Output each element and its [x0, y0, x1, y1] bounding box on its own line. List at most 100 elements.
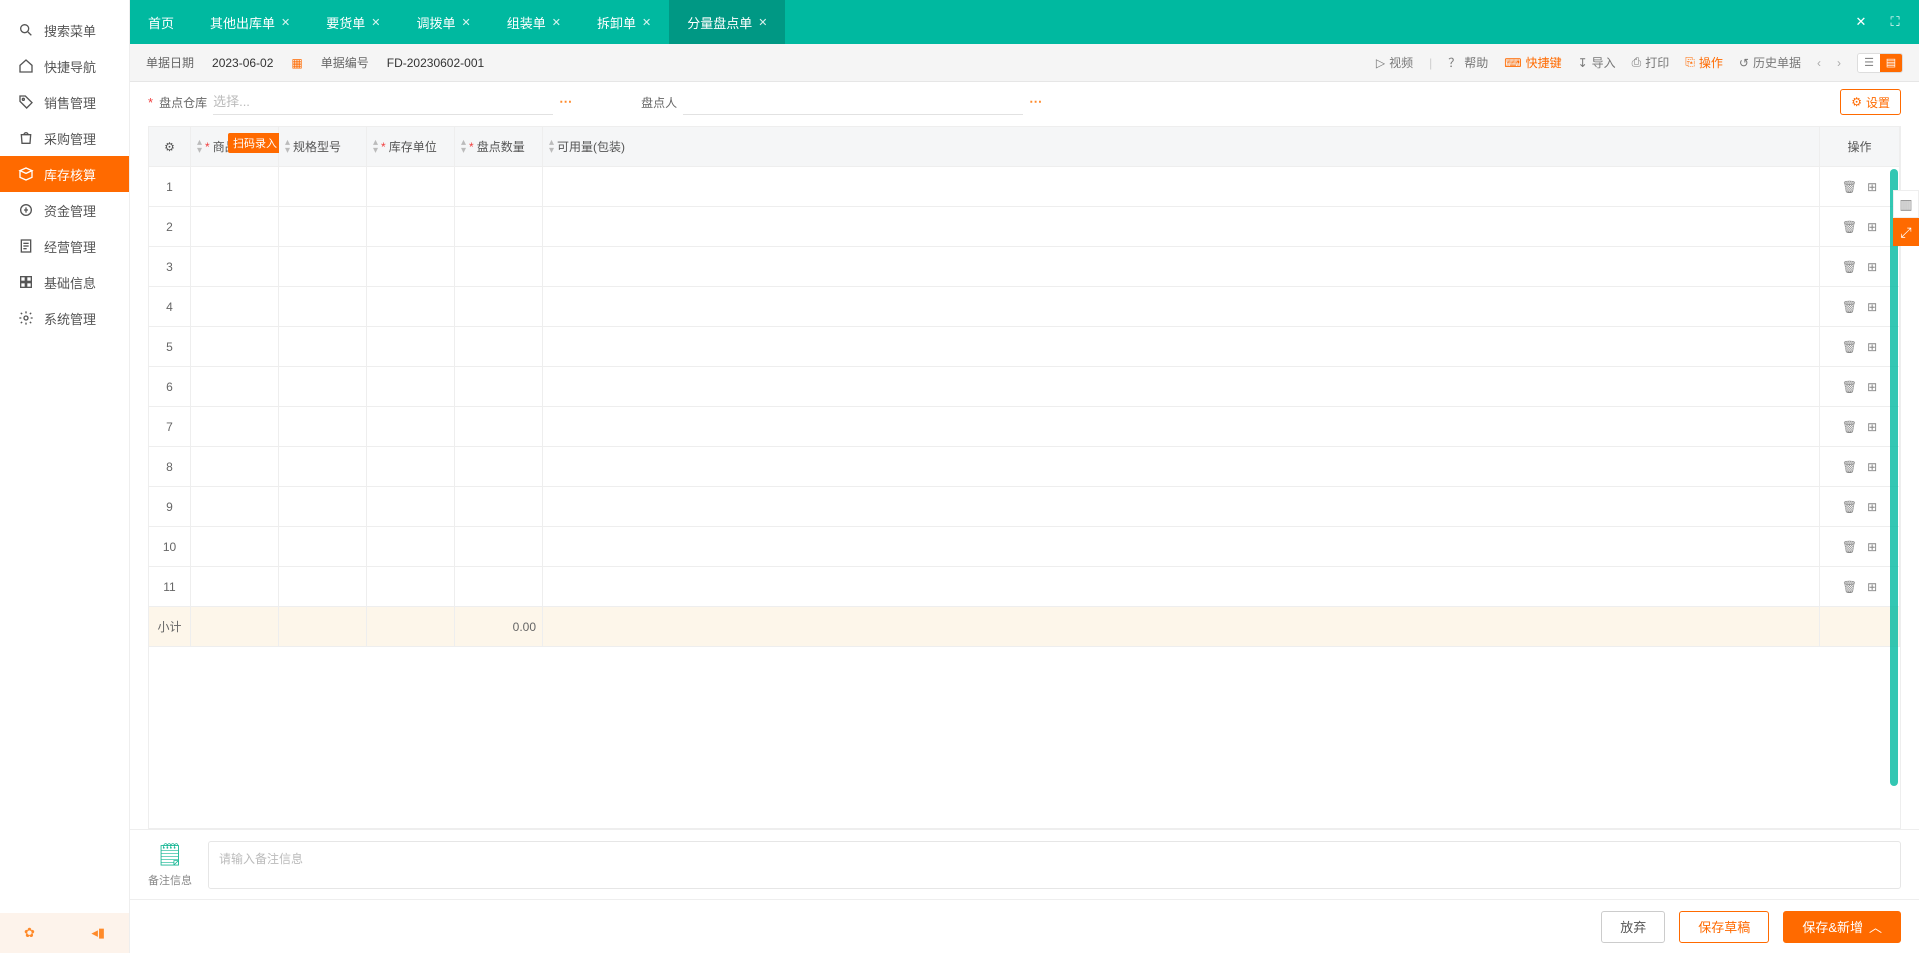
close-icon[interactable]: ✕	[281, 16, 290, 29]
cell-spec[interactable]	[279, 207, 367, 247]
col-product[interactable]: ▴▾*商品扫码录入	[191, 127, 279, 167]
cell-spec[interactable]	[279, 527, 367, 567]
add-row-icon[interactable]: ⊞	[1867, 540, 1877, 554]
tab-disassemble[interactable]: 拆卸单✕	[579, 0, 669, 44]
cell-product[interactable]	[191, 167, 279, 207]
chevron-left-icon[interactable]: ‹	[1817, 56, 1821, 70]
save-new-button[interactable]: 保存&新增︿	[1783, 911, 1901, 943]
sidebar-item-business[interactable]: 经营管理	[0, 228, 129, 264]
cell-product[interactable]	[191, 367, 279, 407]
dock-tools-icon[interactable]: ▥	[1893, 190, 1919, 218]
cell-unit[interactable]	[367, 447, 455, 487]
toolbar-history[interactable]: ↺历史单据	[1739, 54, 1801, 71]
cell-count-qty[interactable]	[455, 367, 543, 407]
warehouse-picker-icon[interactable]: ⋯	[559, 94, 573, 110]
close-icon[interactable]: ✕	[758, 16, 767, 29]
view-form[interactable]: ▤	[1880, 54, 1902, 72]
dock-expand-icon[interactable]: ⤢	[1893, 218, 1919, 246]
cell-product[interactable]	[191, 527, 279, 567]
add-row-icon[interactable]: ⊞	[1867, 180, 1877, 194]
cell-available[interactable]	[543, 327, 1820, 367]
cell-available[interactable]	[543, 567, 1820, 607]
person-input[interactable]	[683, 89, 1023, 115]
cell-product[interactable]	[191, 327, 279, 367]
cell-unit[interactable]	[367, 527, 455, 567]
add-row-icon[interactable]: ⊞	[1867, 420, 1877, 434]
scan-badge[interactable]: 扫码录入	[228, 133, 282, 153]
cell-count-qty[interactable]	[455, 247, 543, 287]
close-all-icon[interactable]: ✕	[1851, 12, 1871, 32]
tab-partial-count[interactable]: 分量盘点单✕	[669, 0, 785, 44]
cell-available[interactable]	[543, 447, 1820, 487]
cell-count-qty[interactable]	[455, 407, 543, 447]
cell-spec[interactable]	[279, 367, 367, 407]
delete-row-icon[interactable]: 🗑	[1842, 260, 1857, 274]
add-row-icon[interactable]: ⊞	[1867, 380, 1877, 394]
add-row-icon[interactable]: ⊞	[1867, 340, 1877, 354]
config-button[interactable]: ⚙设置	[1840, 89, 1901, 115]
add-row-icon[interactable]: ⊞	[1867, 500, 1877, 514]
cell-spec[interactable]	[279, 487, 367, 527]
delete-row-icon[interactable]: 🗑	[1842, 340, 1857, 354]
cell-unit[interactable]	[367, 407, 455, 447]
sidebar-item-sales[interactable]: 销售管理	[0, 84, 129, 120]
delete-row-icon[interactable]: 🗑	[1842, 500, 1857, 514]
cell-unit[interactable]	[367, 487, 455, 527]
cell-count-qty[interactable]	[455, 287, 543, 327]
close-icon[interactable]: ✕	[462, 16, 471, 29]
settings-icon[interactable]: ✿	[24, 925, 35, 941]
cell-available[interactable]	[543, 287, 1820, 327]
tab-other-out[interactable]: 其他出库单✕	[192, 0, 308, 44]
cell-product[interactable]	[191, 447, 279, 487]
cell-product[interactable]	[191, 567, 279, 607]
person-picker-icon[interactable]: ⋯	[1029, 94, 1043, 110]
cell-product[interactable]	[191, 207, 279, 247]
sidebar-item-inventory[interactable]: 库存核算	[0, 156, 129, 192]
save-draft-button[interactable]: 保存草稿	[1679, 911, 1769, 943]
cell-product[interactable]	[191, 247, 279, 287]
cell-available[interactable]	[543, 407, 1820, 447]
cell-count-qty[interactable]	[455, 327, 543, 367]
cell-count-qty[interactable]	[455, 487, 543, 527]
sidebar-item-quicknav[interactable]: 快捷导航	[0, 48, 129, 84]
view-list[interactable]: ☰	[1858, 54, 1880, 72]
cell-count-qty[interactable]	[455, 167, 543, 207]
tab-assemble[interactable]: 组装单✕	[489, 0, 579, 44]
delete-row-icon[interactable]: 🗑	[1842, 540, 1857, 554]
collapse-icon[interactable]: ◂▮	[91, 925, 105, 941]
cell-unit[interactable]	[367, 247, 455, 287]
tab-transfer[interactable]: 调拨单✕	[398, 0, 488, 44]
toolbar-import[interactable]: ↧导入	[1578, 54, 1616, 71]
close-icon[interactable]: ✕	[642, 16, 651, 29]
calendar-icon[interactable]: ▦	[291, 56, 302, 70]
col-config[interactable]: ⚙	[149, 127, 191, 167]
toolbar-operate[interactable]: ⎘操作	[1685, 54, 1723, 71]
close-icon[interactable]: ✕	[552, 16, 561, 29]
delete-row-icon[interactable]: 🗑	[1842, 380, 1857, 394]
sidebar-item-basicinfo[interactable]: 基础信息	[0, 264, 129, 300]
sidebar-item-system[interactable]: 系统管理	[0, 300, 129, 336]
cell-available[interactable]	[543, 527, 1820, 567]
delete-row-icon[interactable]: 🗑	[1842, 580, 1857, 594]
col-count-qty[interactable]: ▴▾*盘点数量	[455, 127, 543, 167]
col-available[interactable]: ▴▾可用量(包装)	[543, 127, 1820, 167]
add-row-icon[interactable]: ⊞	[1867, 580, 1877, 594]
cell-available[interactable]	[543, 167, 1820, 207]
cell-unit[interactable]	[367, 167, 455, 207]
col-unit[interactable]: ▴▾*库存单位	[367, 127, 455, 167]
cell-spec[interactable]	[279, 567, 367, 607]
cell-count-qty[interactable]	[455, 567, 543, 607]
tab-home[interactable]: 首页	[130, 0, 192, 44]
warehouse-input[interactable]	[213, 89, 553, 115]
toolbar-video[interactable]: ▷视频	[1376, 54, 1413, 71]
date-value[interactable]: 2023-06-02	[212, 56, 273, 70]
toolbar-print[interactable]: ⎙打印	[1632, 54, 1670, 71]
remarks-input[interactable]	[208, 841, 1901, 889]
cell-spec[interactable]	[279, 247, 367, 287]
cell-unit[interactable]	[367, 207, 455, 247]
discard-button[interactable]: 放弃	[1601, 911, 1665, 943]
add-row-icon[interactable]: ⊞	[1867, 300, 1877, 314]
delete-row-icon[interactable]: 🗑	[1842, 460, 1857, 474]
col-spec[interactable]: ▴▾规格型号	[279, 127, 367, 167]
cell-spec[interactable]	[279, 407, 367, 447]
